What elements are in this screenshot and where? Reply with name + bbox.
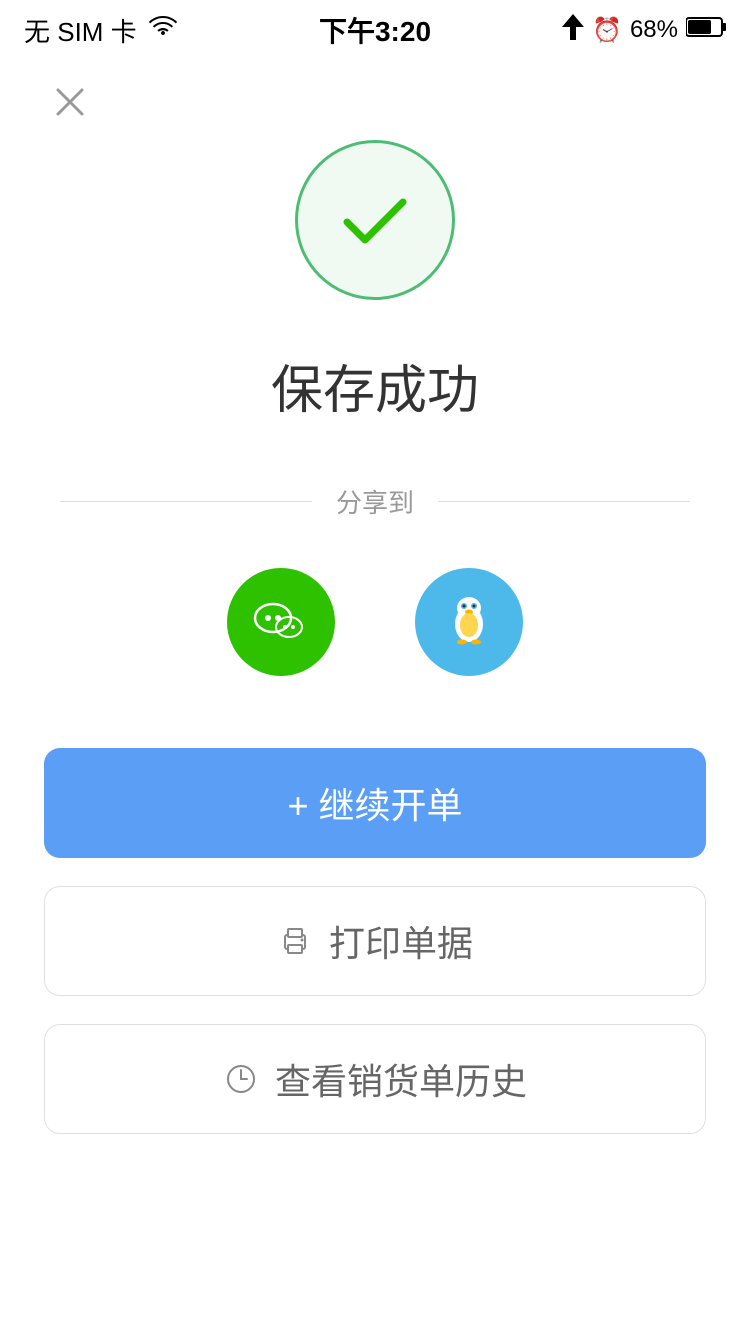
actions: + 继续开单 打印单据 查看销货单历史 [0, 748, 750, 1134]
share-icons [227, 568, 523, 676]
sim-label: 无 SIM 卡 [24, 12, 137, 49]
history-button[interactable]: 查看销货单历史 [44, 1024, 706, 1134]
divider-left [60, 501, 312, 502]
status-bar: 无 SIM 卡 下午3:20 ⏰ 68% [0, 0, 750, 60]
print-button[interactable]: 打印单据 [44, 886, 706, 996]
status-right: ⏰ 68% [562, 14, 726, 47]
close-button[interactable] [40, 72, 100, 132]
status-left: 无 SIM 卡 [24, 12, 179, 49]
success-circle [295, 140, 455, 300]
divider-right [438, 501, 690, 502]
print-icon [277, 923, 313, 959]
main-content: 保存成功 分享到 [0, 60, 750, 1134]
qq-share-button[interactable] [415, 568, 523, 676]
wechat-share-button[interactable] [227, 568, 335, 676]
share-label: 分享到 [312, 483, 438, 520]
success-title: 保存成功 [271, 348, 479, 423]
status-time: 下午3:20 [319, 10, 431, 50]
battery-icon [686, 16, 726, 45]
share-divider: 分享到 [0, 483, 750, 520]
print-label: 打印单据 [329, 915, 473, 967]
battery-percent: 68% [630, 16, 678, 44]
history-icon [223, 1061, 259, 1097]
history-label: 查看销货单历史 [275, 1053, 527, 1105]
alarm-icon: ⏰ [592, 16, 622, 45]
wifi-icon [147, 15, 179, 46]
continue-button[interactable]: + 继续开单 [44, 748, 706, 858]
location-icon [562, 14, 584, 47]
